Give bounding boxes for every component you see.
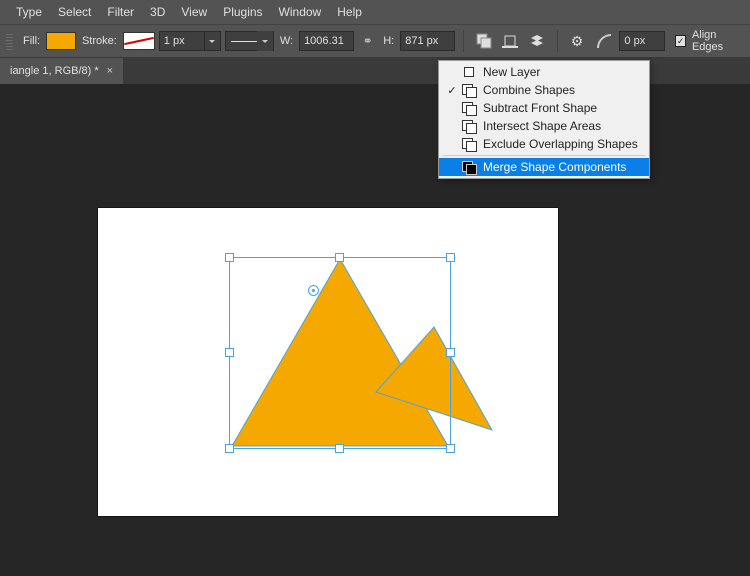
- exclude-shape-icon: [461, 137, 477, 151]
- path-operations-menu: New Layer ✓ Combine Shapes Subtract Fron…: [438, 60, 650, 179]
- options-bar: Fill: Stroke: W: ⚭ H: ⚙ ✓ Align Edges: [0, 24, 750, 58]
- width-input[interactable]: [299, 31, 354, 51]
- menu-3d[interactable]: 3D: [142, 5, 173, 19]
- menu-plugins[interactable]: Plugins: [215, 5, 270, 19]
- path-arrangement-button[interactable]: [526, 28, 549, 54]
- menu-bar: Type Select Filter 3D View Plugins Windo…: [0, 0, 750, 24]
- link-dimensions-icon[interactable]: ⚭: [358, 31, 377, 51]
- align-edges-checkbox[interactable]: ✓: [675, 35, 686, 47]
- menu-separator: [443, 155, 645, 156]
- combine-shapes-icon: [461, 83, 477, 97]
- menu-item-label: Subtract Front Shape: [483, 101, 597, 115]
- height-label: H:: [383, 35, 394, 47]
- artboard[interactable]: [98, 208, 558, 516]
- menu-item-label: Intersect Shape Areas: [483, 119, 601, 133]
- path-align-icon: [502, 33, 518, 49]
- path-operations-button[interactable]: [472, 28, 495, 54]
- stroke-width-input[interactable]: [159, 31, 205, 51]
- stroke-style-dropdown[interactable]: [225, 31, 274, 51]
- transform-handle-tl[interactable]: [225, 253, 234, 262]
- menu-item-label: Exclude Overlapping Shapes: [483, 137, 638, 151]
- menu-select[interactable]: Select: [50, 5, 99, 19]
- menu-help[interactable]: Help: [329, 5, 370, 19]
- transform-handle-bl[interactable]: [225, 444, 234, 453]
- menu-window[interactable]: Window: [271, 5, 330, 19]
- path-align-button[interactable]: [499, 28, 522, 54]
- transform-handle-mr[interactable]: [446, 348, 455, 357]
- separator: [463, 30, 464, 52]
- height-input[interactable]: [400, 31, 455, 51]
- menu-item-combine-shapes[interactable]: ✓ Combine Shapes: [439, 81, 649, 99]
- menu-type[interactable]: Type: [8, 5, 50, 19]
- intersect-shape-icon: [461, 119, 477, 133]
- new-layer-icon: [461, 65, 477, 79]
- corner-curve-icon: [597, 34, 611, 48]
- transform-handle-br[interactable]: [446, 444, 455, 453]
- menu-item-subtract-front-shape[interactable]: Subtract Front Shape: [439, 99, 649, 117]
- check-mark-icon: ✓: [443, 84, 461, 97]
- align-edges-label: Align Edges: [692, 29, 742, 53]
- stack-icon: [529, 33, 545, 49]
- reference-point-icon[interactable]: [308, 285, 319, 296]
- width-label: W:: [280, 35, 293, 47]
- gear-icon: ⚙: [571, 33, 584, 50]
- corner-radius-input[interactable]: [619, 31, 665, 51]
- stroke-width-dropdown-icon[interactable]: [205, 31, 221, 51]
- menu-item-merge-shape-components[interactable]: Merge Shape Components: [439, 158, 649, 176]
- transform-handle-tm[interactable]: [335, 253, 344, 262]
- menu-filter[interactable]: Filter: [99, 5, 142, 19]
- stroke-swatch-none-icon[interactable]: [123, 32, 155, 50]
- transform-handle-bm[interactable]: [335, 444, 344, 453]
- transform-handle-tr[interactable]: [446, 253, 455, 262]
- separator: [557, 30, 558, 52]
- menu-view[interactable]: View: [173, 5, 215, 19]
- menu-item-label: New Layer: [483, 65, 540, 79]
- menu-item-new-layer[interactable]: New Layer: [439, 63, 649, 81]
- menu-item-exclude-overlapping-shapes[interactable]: Exclude Overlapping Shapes: [439, 135, 649, 153]
- options-grip-icon[interactable]: [6, 32, 13, 50]
- menu-item-intersect-shape-areas[interactable]: Intersect Shape Areas: [439, 117, 649, 135]
- fill-swatch[interactable]: [46, 32, 76, 50]
- transform-handle-ml[interactable]: [225, 348, 234, 357]
- menu-item-label: Combine Shapes: [483, 83, 575, 97]
- path-ops-icon: [476, 33, 492, 49]
- document-tab-label: iangle 1, RGB/8) *: [10, 65, 99, 77]
- subtract-shape-icon: [461, 101, 477, 115]
- selection-bounding-box[interactable]: [229, 257, 451, 449]
- extra-options-button[interactable]: ⚙: [566, 28, 589, 54]
- close-icon[interactable]: ×: [107, 65, 113, 77]
- corner-radius-icon-btn: [593, 28, 616, 54]
- merge-shape-icon: [461, 160, 477, 174]
- stroke-label: Stroke:: [82, 35, 117, 47]
- menu-item-label: Merge Shape Components: [483, 160, 626, 174]
- fill-label: Fill:: [23, 35, 40, 47]
- document-tab[interactable]: iangle 1, RGB/8) * ×: [0, 58, 123, 84]
